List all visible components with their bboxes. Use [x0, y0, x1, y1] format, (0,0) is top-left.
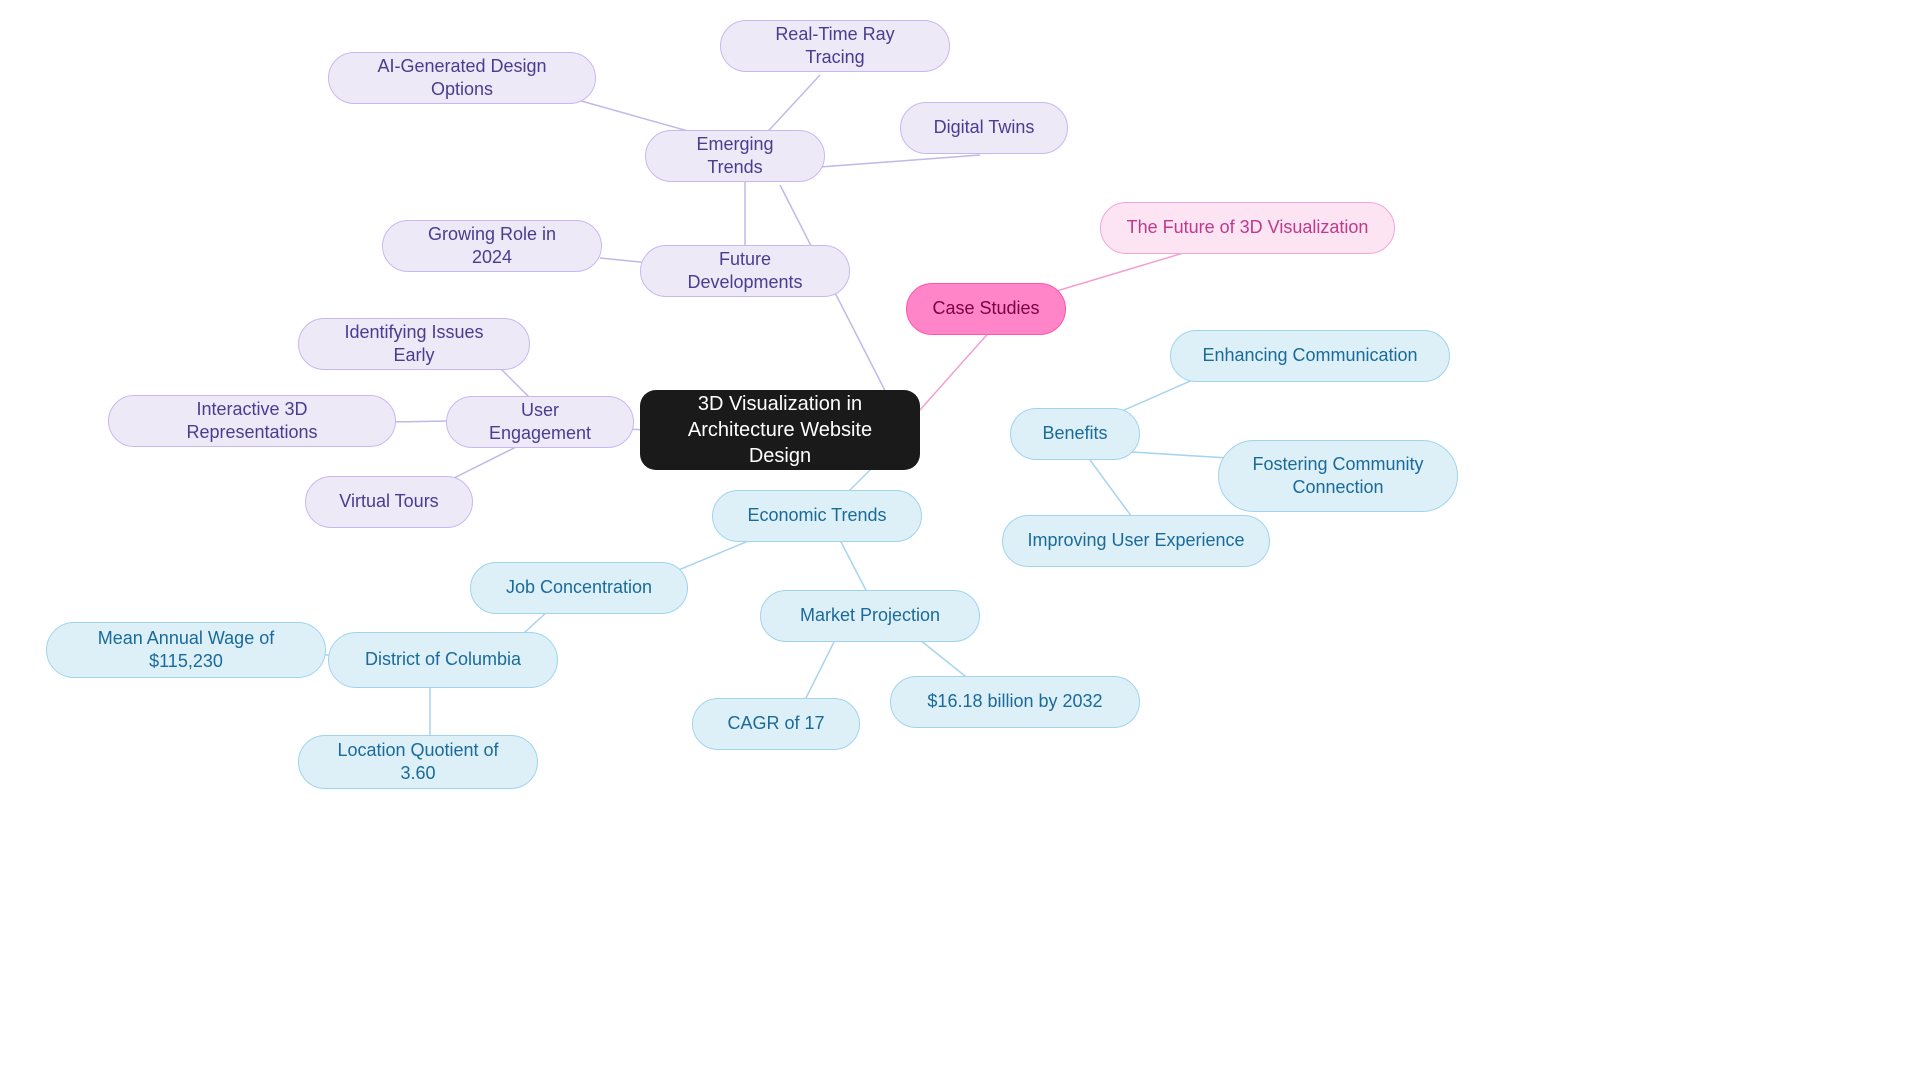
identifying-issues-node: Identifying Issues Early [298, 318, 530, 370]
digital-twins-node: Digital Twins [900, 102, 1068, 154]
fostering-comm-node: Fostering Community Connection [1218, 440, 1458, 512]
location-quotient-node: Location Quotient of 3.60 [298, 735, 538, 789]
interactive-3d-node: Interactive 3D Representations [108, 395, 396, 447]
future-developments-node: Future Developments [640, 245, 850, 297]
future-3d-node: The Future of 3D Visualization [1100, 202, 1395, 254]
virtual-tours-node: Virtual Tours [305, 476, 473, 528]
improving-ux-node: Improving User Experience [1002, 515, 1270, 567]
case-studies-node: Case Studies [906, 283, 1066, 335]
mean-annual-wage-node: Mean Annual Wage of $115,230 [46, 622, 326, 678]
billion-2032-node: $16.18 billion by 2032 [890, 676, 1140, 728]
emerging-trends-node: Emerging Trends [645, 130, 825, 182]
growing-role-node: Growing Role in 2024 [382, 220, 602, 272]
district-columbia-node: District of Columbia [328, 632, 558, 688]
economic-trends-node: Economic Trends [712, 490, 922, 542]
center-node: 3D Visualization in Architecture Website… [640, 390, 920, 470]
user-engagement-node: User Engagement [446, 396, 634, 448]
ai-generated-node: AI-Generated Design Options [328, 52, 596, 104]
enhancing-comm-node: Enhancing Communication [1170, 330, 1450, 382]
market-projection-node: Market Projection [760, 590, 980, 642]
cagr-node: CAGR of 17 [692, 698, 860, 750]
job-concentration-node: Job Concentration [470, 562, 688, 614]
benefits-node: Benefits [1010, 408, 1140, 460]
real-time-ray-node: Real-Time Ray Tracing [720, 20, 950, 72]
